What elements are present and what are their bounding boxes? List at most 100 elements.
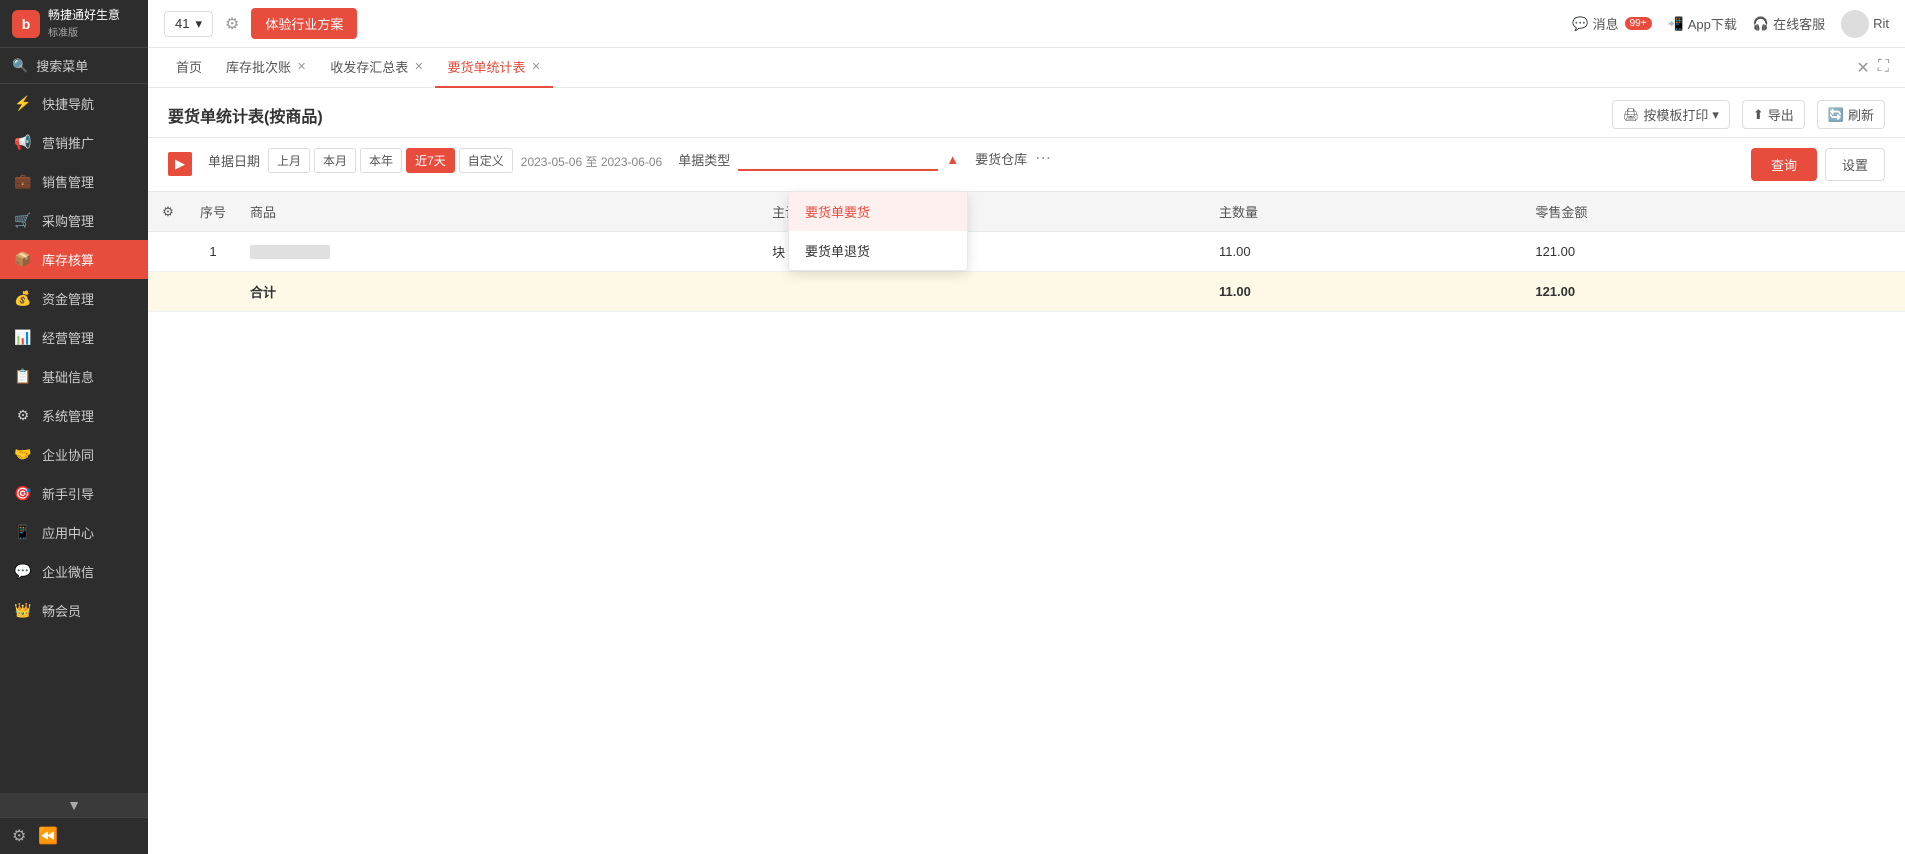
sidebar-item-enterprise[interactable]: 🤝 企业协同 [0,435,148,474]
app-logo-text: 畅捷通好生意 标准版 [48,8,120,39]
user-profile[interactable]: Rit [1841,10,1889,38]
top-header: 41 ▾ ⚙ 体验行业方案 💬 消息 99+ 📲 App下载 🎧 在线客服 [148,0,1905,48]
tab-home[interactable]: 首页 [164,48,214,88]
this-year-btn[interactable]: 本年 [360,148,402,173]
export-label: 导出 [1768,105,1794,124]
industry-btn[interactable]: 体验行业方案 [251,8,357,39]
tab-receipt-summary-close[interactable]: ✕ [414,60,423,73]
sidebar-item-label: 畅会员 [42,601,81,620]
cell-settings [148,232,188,272]
sidebar-item-inventory[interactable]: 📦 库存核算 [0,240,148,279]
system-icon: ⚙ [12,407,34,424]
warehouse-filter-group: 要货仓库 ⋯ [975,148,1051,168]
prev-month-btn[interactable]: 上月 [268,148,310,173]
expand-window-icon[interactable]: ⛶ [1878,58,1889,78]
dropdown-item-order-goods[interactable]: 要货单要货 [789,192,967,231]
online-service-item[interactable]: 🎧 在线客服 [1753,14,1825,33]
sidebar-item-system[interactable]: ⚙ 系统管理 [0,396,148,435]
export-button[interactable]: ⬆ 导出 [1742,100,1805,129]
custom-date-btn[interactable]: 自定义 [459,148,513,173]
sidebar-item-operation[interactable]: 📊 经营管理 [0,318,148,357]
template-print-button[interactable]: 🖨 按模板打印 ▾ [1612,100,1730,129]
store-selector[interactable]: 41 ▾ [164,11,213,37]
type-filter-label: 单据类型 [678,150,730,169]
sidebar-nav: ⚡ 快捷导航 📢 营销推广 💼 销售管理 🛒 采购管理 📦 库存核算 💰 资金管… [0,84,148,793]
main-area: 41 ▾ ⚙ 体验行业方案 💬 消息 99+ 📲 App下载 🎧 在线客服 [148,0,1905,854]
header-right: 💬 消息 99+ 📲 App下载 🎧 在线客服 Rit [1572,10,1889,38]
table-container: ⚙ 序号 商品 主计量单位 主数量 零售金额 1 [148,192,1905,854]
col-header-num: 序号 [188,192,238,232]
sidebar-item-sales[interactable]: 💼 销售管理 [0,162,148,201]
sidebar-scroll-down-button[interactable]: ▼ [0,793,148,817]
date-filter-group: 单据日期 上月 本月 本年 近7天 自定义 2023-05-06 至 2023-… [208,148,662,173]
operation-icon: 📊 [12,329,34,346]
summary-amount: 121.00 [1523,272,1905,312]
filter-expand-button[interactable]: ▶ [168,152,192,176]
tab-order-summary-close[interactable]: ✕ [532,60,541,73]
sidebar-item-label: 营销推广 [42,133,94,152]
messages-item[interactable]: 💬 消息 99+ [1572,14,1651,33]
refresh-label: 刷新 [1848,105,1874,124]
page-header: 要货单统计表(按商品) 🖨 按模板打印 ▾ ⬆ 导出 🔄 刷新 [148,88,1905,138]
sidebar-item-guide[interactable]: 🎯 新手引导 [0,474,148,513]
type-dropdown-icon[interactable]: ▲ [946,152,959,167]
download-icon: 📲 [1668,16,1684,32]
tab-home-label: 首页 [176,57,202,76]
sidebar-item-basic[interactable]: 📋 基础信息 [0,357,148,396]
refresh-button[interactable]: 🔄 刷新 [1817,100,1885,129]
type-dropdown-menu: 要货单要货 要货单退货 [788,191,968,271]
close-window-icon[interactable]: ✕ [1856,58,1869,78]
settings-button[interactable]: 设置 [1825,148,1885,181]
sidebar-item-purchase[interactable]: 🛒 采购管理 [0,201,148,240]
page-header-actions: 🖨 按模板打印 ▾ ⬆ 导出 🔄 刷新 [1612,100,1885,129]
sidebar-item-member[interactable]: 👑 畅会员 [0,591,148,630]
sidebar-item-quick-nav[interactable]: ⚡ 快捷导航 [0,84,148,123]
sidebar-item-appstore[interactable]: 📱 应用中心 [0,513,148,552]
summary-empty-1 [148,272,188,312]
sidebar-item-label: 系统管理 [42,406,94,425]
sidebar-search-item[interactable]: 🔍 搜索菜单 [0,48,148,84]
dropdown-item-order-return[interactable]: 要货单退货 [789,231,967,270]
date-filter-label: 单据日期 [208,151,260,170]
sidebar-item-finance[interactable]: 💰 资金管理 [0,279,148,318]
online-service-label: 在线客服 [1773,14,1825,33]
sidebar: b 畅捷通好生意 标准版 🔍 搜索菜单 ⚡ 快捷导航 📢 营销推广 💼 销售管理… [0,0,148,854]
sidebar-item-label: 企业协同 [42,445,94,464]
query-button[interactable]: 查询 [1751,148,1817,181]
cell-product [238,232,760,272]
sidebar-settings-icon[interactable]: ⚙ [12,826,26,846]
this-month-btn[interactable]: 本月 [314,148,356,173]
tab-batch-account[interactable]: 库存批次账 ✕ [214,48,318,88]
col-header-settings[interactable]: ⚙ [148,192,188,232]
tab-batch-account-close[interactable]: ✕ [297,60,306,73]
app-download-item[interactable]: 📲 App下载 [1668,14,1737,33]
summary-unit [760,272,1207,312]
header-settings-icon[interactable]: ⚙ [225,14,239,34]
messages-label: 消息 [1593,14,1619,33]
sidebar-item-marketing[interactable]: 📢 营销推广 [0,123,148,162]
warehouse-filter-label: 要货仓库 [975,149,1027,168]
enterprise-icon: 🤝 [12,446,34,463]
date-range-display: 2023-05-06 至 2023-06-06 [521,153,662,170]
summary-empty-2 [188,272,238,312]
last-7-days-btn[interactable]: 近7天 [406,148,455,173]
sidebar-item-label: 资金管理 [42,289,94,308]
tabs-bar: 首页 库存批次账 ✕ 收发存汇总表 ✕ 要货单统计表 ✕ ✕ ⛶ [148,48,1905,88]
sidebar-item-label: 企业微信 [42,562,94,581]
page-content: 要货单统计表(按商品) 🖨 按模板打印 ▾ ⬆ 导出 🔄 刷新 ▶ [148,88,1905,854]
warehouse-more-icon[interactable]: ⋯ [1035,148,1051,168]
basic-icon: 📋 [12,368,34,385]
sidebar-logo: b 畅捷通好生意 标准版 [0,0,148,48]
tab-receipt-summary[interactable]: 收发存汇总表 ✕ [318,48,435,88]
tabs-bar-right: ✕ ⛶ [1856,58,1889,78]
summary-quantity: 11.00 [1207,272,1523,312]
sidebar-item-label: 新手引导 [42,484,94,503]
appstore-icon: 📱 [12,524,34,541]
type-filter-input[interactable] [738,148,938,171]
app-version: 标准版 [48,24,120,39]
tab-order-summary[interactable]: 要货单统计表 ✕ [435,48,552,88]
app-name: 畅捷通好生意 [48,8,120,24]
sidebar-collapse-icon[interactable]: ⏪ [38,826,58,846]
sidebar-item-label: 快捷导航 [42,94,94,113]
sidebar-item-wechat[interactable]: 💬 企业微信 [0,552,148,591]
